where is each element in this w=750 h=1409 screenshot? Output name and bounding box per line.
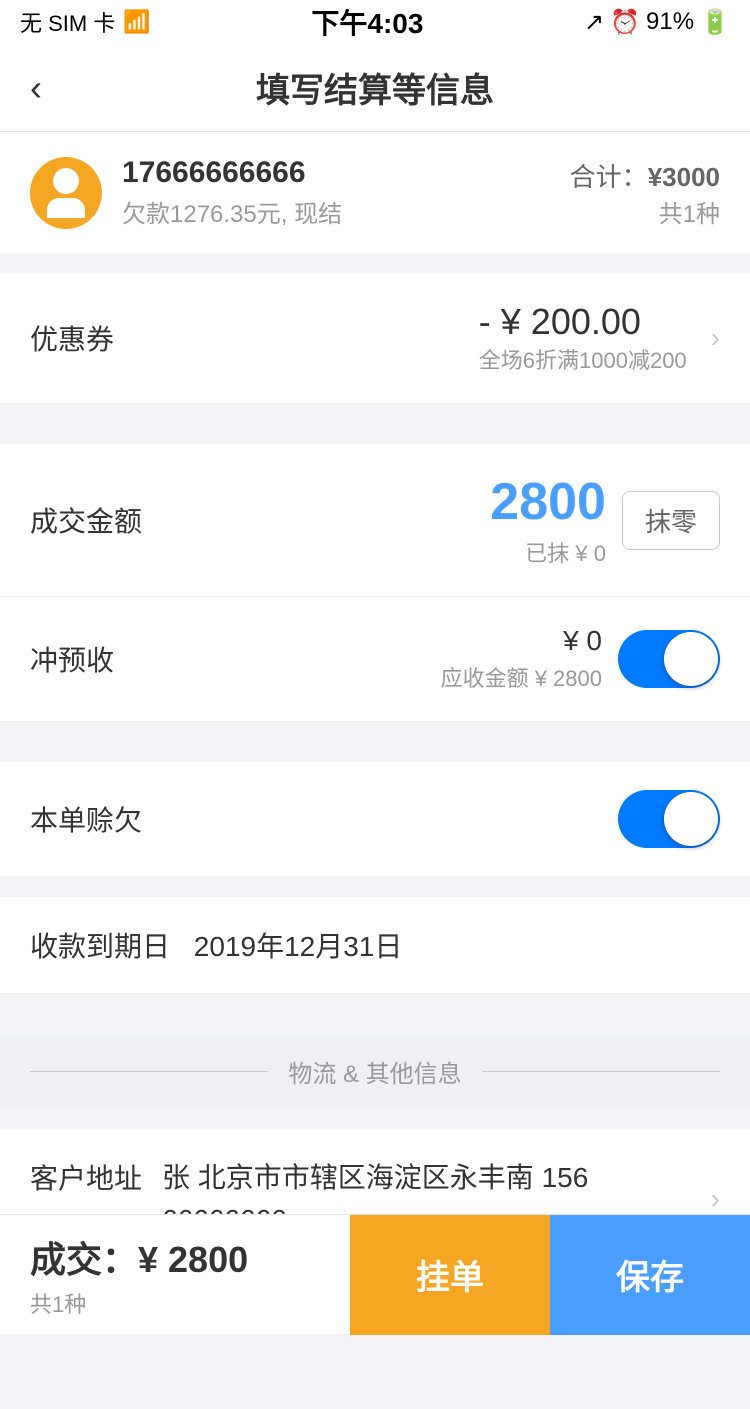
due-date-value: 2019年12月31日 xyxy=(194,931,403,962)
battery-text: 91% xyxy=(646,8,694,36)
coupon-row[interactable]: 优惠券 - ¥ 200.00 全场6折满1000减200 › xyxy=(0,273,750,404)
address-label: 客户地址 xyxy=(30,1157,142,1197)
bottom-count: 共1种 xyxy=(30,1287,320,1319)
coupon-amount: - ¥ 200.00 xyxy=(479,301,687,343)
prepaid-amount: ¥ 0 xyxy=(441,625,602,657)
save-button[interactable]: 保存 xyxy=(550,1215,750,1335)
due-date-label: 收款到期日 2019年12月31日 xyxy=(30,925,402,965)
address-chevron: › xyxy=(711,1183,720,1215)
pending-button[interactable]: 挂单 xyxy=(350,1215,550,1335)
status-left: 无 SIM 卡 📶 xyxy=(20,6,151,38)
credit-toggle-thumb xyxy=(664,792,718,846)
total-label: 合计：¥3000 xyxy=(570,157,720,194)
bottom-bar: 成交：¥ 2800 共1种 挂单 保存 xyxy=(0,1214,750,1334)
divider-2 xyxy=(0,742,750,762)
logistics-separator: 物流 & 其他信息 xyxy=(0,1034,750,1109)
prepaid-toggle[interactable] xyxy=(618,630,720,688)
deal-amount-right: 2800 已抹 ¥ 0 抹零 xyxy=(490,472,720,568)
customer-sub-info: 欠款1276.35元, 现结 xyxy=(122,194,342,229)
person-head xyxy=(53,168,79,194)
status-bar: 无 SIM 卡 📶 下午4:03 ↗ ⏰ 91% 🔋 xyxy=(0,0,750,44)
nav-bar: ‹ 填写结算等信息 xyxy=(0,44,750,132)
person-body xyxy=(47,198,85,218)
prepaid-row: 冲预收 ¥ 0 应收金额 ¥ 2800 xyxy=(0,596,750,722)
alarm-icon: ⏰ xyxy=(610,8,640,37)
prepaid-sub: 应收金额 ¥ 2800 xyxy=(441,661,602,693)
battery-icon: 🔋 xyxy=(700,8,730,37)
no-sim-text: 无 SIM 卡 xyxy=(20,6,115,38)
deal-amount-label: 成交金额 xyxy=(30,500,142,540)
customer-details: 17666666666 欠款1276.35元, 现结 xyxy=(122,156,342,229)
credit-label: 本单赊欠 xyxy=(30,799,142,839)
deal-amount-group: 2800 已抹 ¥ 0 xyxy=(490,472,606,568)
credit-toggle[interactable] xyxy=(618,790,720,848)
coupon-label: 优惠券 xyxy=(30,318,114,358)
customer-left: 17666666666 欠款1276.35元, 现结 xyxy=(30,156,342,229)
page-title: 填写结算等信息 xyxy=(256,63,494,112)
prepaid-value-group: ¥ 0 应收金额 ¥ 2800 xyxy=(441,625,602,693)
separator-line-right xyxy=(482,1071,720,1072)
bottom-summary: 成交：¥ 2800 共1种 xyxy=(0,1231,350,1319)
status-right: ↗ ⏰ 91% 🔋 xyxy=(584,8,730,37)
total-count: 共1种 xyxy=(570,194,720,229)
avatar xyxy=(30,157,102,229)
status-time: 下午4:03 xyxy=(311,2,423,42)
divider-1 xyxy=(0,424,750,444)
person-icon xyxy=(30,157,102,229)
logistics-label: 物流 & 其他信息 xyxy=(288,1054,461,1089)
wifi-icon: 📶 xyxy=(123,9,150,35)
due-date-row: 收款到期日 2019年12月31日 xyxy=(0,896,750,994)
location-icon: ↗ xyxy=(584,8,604,37)
deal-amount-row: 成交金额 2800 已抹 ¥ 0 抹零 xyxy=(0,444,750,596)
customer-right: 合计：¥3000 共1种 xyxy=(570,157,720,229)
customer-phone: 17666666666 xyxy=(122,156,342,190)
credit-row: 本单赊欠 xyxy=(0,762,750,876)
divider-3 xyxy=(0,1014,750,1034)
customer-info-row: 17666666666 欠款1276.35元, 现结 合计：¥3000 共1种 xyxy=(0,132,750,253)
bottom-deal-text: 成交：¥ 2800 xyxy=(30,1231,320,1283)
prepaid-toggle-thumb xyxy=(664,632,718,686)
deal-amount-sub: 已抹 ¥ 0 xyxy=(490,536,606,568)
round-button[interactable]: 抹零 xyxy=(622,491,720,550)
coupon-chevron: › xyxy=(711,322,720,354)
credit-right xyxy=(618,790,720,848)
back-button[interactable]: ‹ xyxy=(30,67,42,109)
prepaid-right: ¥ 0 应收金额 ¥ 2800 xyxy=(441,625,720,693)
deal-amount-value: 2800 xyxy=(490,472,606,532)
separator-line-left xyxy=(30,1071,268,1072)
coupon-value-group: - ¥ 200.00 全场6折满1000减200 xyxy=(479,301,687,375)
coupon-desc: 全场6折满1000减200 xyxy=(479,343,687,375)
prepaid-label: 冲预收 xyxy=(30,639,114,679)
coupon-right: - ¥ 200.00 全场6折满1000减200 › xyxy=(479,301,720,375)
